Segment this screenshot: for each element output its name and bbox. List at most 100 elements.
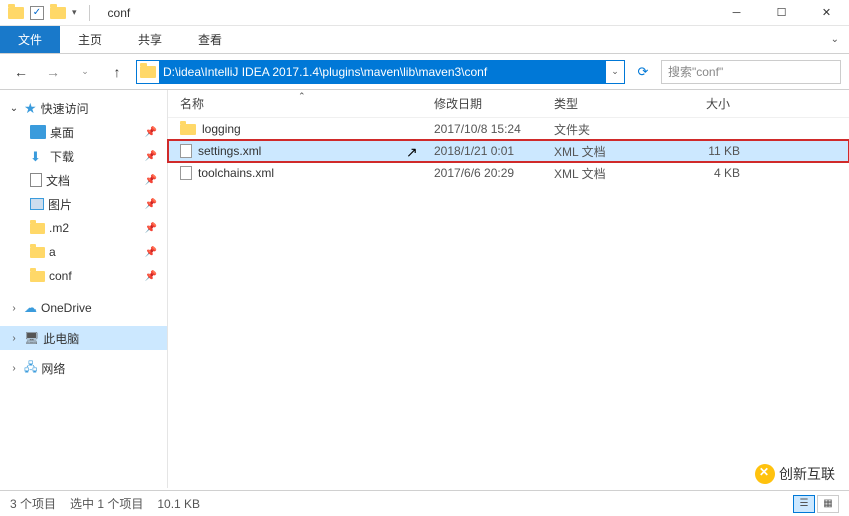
sidebar-label: conf [49, 269, 72, 283]
column-size[interactable]: 大小 [670, 95, 740, 112]
sidebar-label: .m2 [49, 221, 69, 235]
file-icon [180, 166, 192, 180]
chevron-right-icon[interactable]: › [8, 333, 20, 344]
download-icon: ⬇ [30, 149, 46, 163]
main-area: ⌄ ★ 快速访问 桌面 📌 ⬇ 下载 📌 文档 📌 图片 📌 .m2 📌 [0, 90, 849, 488]
pin-icon: 📌 [145, 199, 157, 210]
view-switcher: ☰ ▦ [793, 495, 839, 513]
pin-icon: 📌 [145, 223, 157, 234]
pin-icon: 📌 [145, 127, 157, 138]
folder-icon [180, 124, 196, 135]
address-folder-icon [137, 61, 159, 83]
file-type: XML 文档 [554, 165, 670, 182]
sidebar-label: 图片 [48, 196, 72, 213]
address-path[interactable]: D:\idea\IntelliJ IDEA 2017.1.4\plugins\m… [159, 61, 606, 83]
file-row[interactable]: toolchains.xml 2017/6/6 20:29XML 文档4 KB [168, 162, 849, 184]
forward-button[interactable]: → [40, 59, 66, 85]
sidebar-quick-access[interactable]: ⌄ ★ 快速访问 [0, 96, 167, 120]
folder-icon [30, 271, 45, 282]
status-size: 10.1 KB [157, 497, 200, 511]
ribbon: 文件 主页 共享 查看 ⌄ [0, 26, 849, 54]
refresh-button[interactable]: ⟳ [631, 60, 655, 84]
chevron-down-icon[interactable]: ⌄ [8, 103, 20, 114]
address-box[interactable]: D:\idea\IntelliJ IDEA 2017.1.4\plugins\m… [136, 60, 625, 84]
column-date[interactable]: 修改日期 [434, 95, 554, 112]
file-type: XML 文档 [554, 143, 670, 160]
desktop-icon [30, 125, 46, 139]
tab-view[interactable]: 查看 [180, 26, 240, 53]
document-icon [30, 173, 42, 187]
pin-icon: 📌 [145, 175, 157, 186]
file-name: toolchains.xml [198, 166, 274, 180]
status-selected-count: 选中 1 个项目 [70, 495, 143, 512]
sidebar-label: a [49, 245, 56, 259]
search-input[interactable]: 搜索"conf" [661, 60, 841, 84]
watermark-text: 创新互联 [779, 464, 835, 484]
sidebar-label: 桌面 [50, 124, 74, 141]
view-icons-button[interactable]: ▦ [817, 495, 839, 513]
folder-icon [30, 223, 45, 234]
status-bar: 3 个项目 选中 1 个项目 10.1 KB ☰ ▦ [0, 490, 849, 516]
pin-icon: 📌 [145, 151, 157, 162]
folder-icon [30, 247, 45, 258]
address-history-dropdown[interactable]: ⌄ [606, 61, 624, 83]
qa-dropdown-icon[interactable]: ▾ [72, 7, 77, 18]
file-date: 2017/6/6 20:29 [434, 166, 554, 180]
minimize-button[interactable]: ─ [714, 0, 759, 26]
file-rows-container: logging 2017/10/8 15:24文件夹 settings.xml 201… [168, 118, 849, 184]
onedrive-icon: ☁ [24, 300, 37, 316]
sidebar-item-conf[interactable]: conf 📌 [0, 264, 167, 288]
window-title: conf [108, 6, 131, 20]
file-size: 4 KB [670, 166, 740, 180]
column-type[interactable]: 类型 [554, 95, 670, 112]
sidebar-this-pc[interactable]: › 🖥 此电脑 [0, 326, 167, 350]
recent-dropdown[interactable]: ⌄ [72, 59, 98, 85]
star-icon: ★ [24, 100, 37, 117]
file-name: logging [202, 122, 241, 136]
sidebar-label: 文档 [46, 172, 70, 189]
file-list-pane: 名称 ⌃ 修改日期 类型 大小 logging 2017/10/8 15:24文件… [168, 90, 849, 488]
file-row[interactable]: logging 2017/10/8 15:24文件夹 [168, 118, 849, 140]
chevron-right-icon[interactable]: › [8, 363, 20, 374]
sidebar-network[interactable]: › 🖧 网络 [0, 356, 167, 380]
folder-icon [50, 7, 66, 19]
file-date: 2017/10/8 15:24 [434, 122, 554, 136]
close-button[interactable]: ✕ [804, 0, 849, 26]
sidebar-onedrive[interactable]: › ☁ OneDrive [0, 296, 167, 320]
sidebar-item-a[interactable]: a 📌 [0, 240, 167, 264]
file-type: 文件夹 [554, 121, 670, 138]
sidebar-item-m2[interactable]: .m2 📌 [0, 216, 167, 240]
file-icon [180, 144, 192, 158]
file-date: 2018/1/21 0:01 [434, 144, 554, 158]
sidebar-item-documents[interactable]: 文档 📌 [0, 168, 167, 192]
folder-icon [8, 7, 24, 19]
sidebar-label: 快速访问 [41, 100, 89, 117]
tab-home[interactable]: 主页 [60, 26, 120, 53]
file-size: 11 KB [670, 144, 740, 158]
maximize-button[interactable]: ☐ [759, 0, 804, 26]
ribbon-expand-icon[interactable]: ⌄ [831, 34, 849, 45]
sidebar-item-downloads[interactable]: ⬇ 下载 📌 [0, 144, 167, 168]
separator [89, 5, 90, 21]
pin-icon: 📌 [145, 247, 157, 258]
sidebar-label: 此电脑 [43, 330, 79, 347]
view-details-button[interactable]: ☰ [793, 495, 815, 513]
pin-icon: 📌 [145, 271, 157, 282]
properties-icon[interactable]: ✓ [30, 6, 44, 20]
file-row[interactable]: settings.xml 2018/1/21 0:01XML 文档11 KB [168, 140, 849, 162]
column-name[interactable]: 名称 [180, 95, 434, 112]
sidebar-item-desktop[interactable]: 桌面 📌 [0, 120, 167, 144]
back-button[interactable]: ← [8, 59, 34, 85]
chevron-right-icon[interactable]: › [8, 303, 20, 314]
tab-share[interactable]: 共享 [120, 26, 180, 53]
address-bar: ← → ⌄ ↑ D:\idea\IntelliJ IDEA 2017.1.4\p… [0, 54, 849, 90]
up-button[interactable]: ↑ [104, 59, 130, 85]
sort-arrow-icon: ⌃ [298, 91, 306, 102]
file-name: settings.xml [198, 144, 261, 158]
sidebar-label: 下载 [50, 148, 74, 165]
watermark: 创新互联 [755, 464, 835, 484]
sidebar-item-pictures[interactable]: 图片 📌 [0, 192, 167, 216]
cursor-icon: ↖ [406, 144, 418, 161]
pc-icon: 🖥 [24, 331, 39, 345]
tab-file[interactable]: 文件 [0, 26, 60, 53]
